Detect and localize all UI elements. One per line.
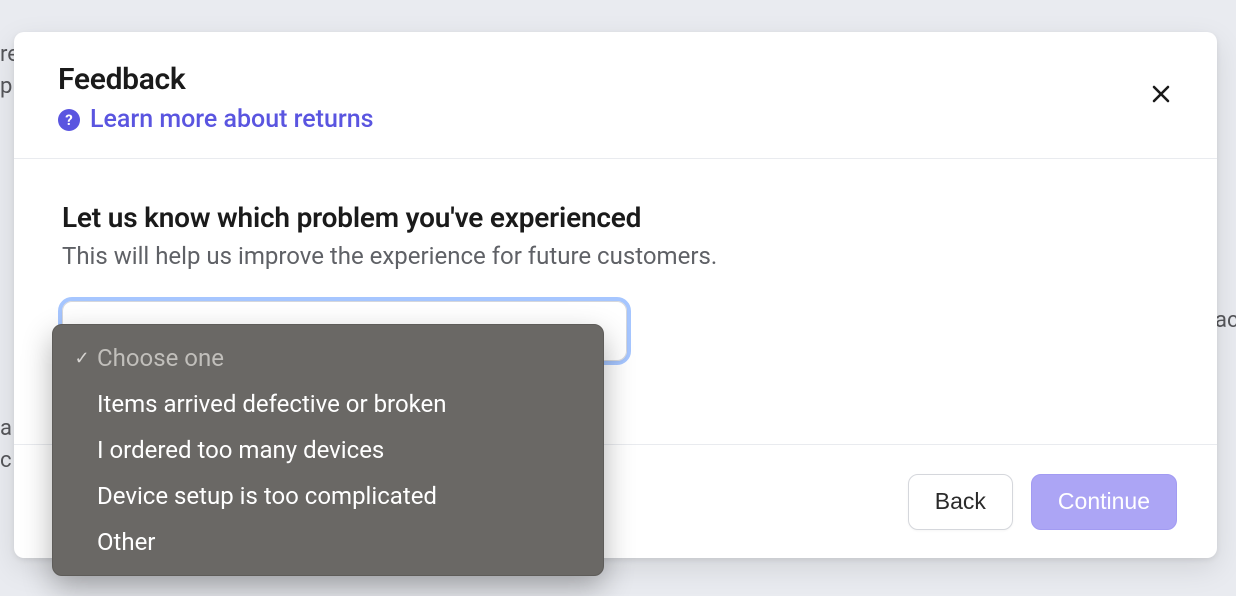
bg-text-fragment: ac <box>1215 308 1236 333</box>
close-button[interactable] <box>1143 77 1179 113</box>
dropdown-option[interactable]: Other <box>53 519 603 565</box>
modal-title: Feedback <box>58 62 1173 97</box>
bg-text-fragment: a <box>0 416 12 441</box>
learn-more-link[interactable]: ? Learn more about returns <box>58 105 374 134</box>
dropdown-option-placeholder[interactable]: ✓ Choose one <box>53 335 603 381</box>
dropdown-option-label: I ordered too many devices <box>97 436 384 464</box>
dropdown-option[interactable]: Items arrived defective or broken <box>53 381 603 427</box>
dropdown-option-label: Items arrived defective or broken <box>97 390 447 418</box>
modal-header: Feedback ? Learn more about returns <box>14 32 1217 159</box>
feedback-heading: Let us know which problem you've experie… <box>62 201 1169 234</box>
close-icon <box>1149 82 1173 109</box>
back-button[interactable]: Back <box>908 474 1013 530</box>
bg-text-fragment: c <box>0 448 12 473</box>
learn-more-link-text: Learn more about returns <box>90 105 374 134</box>
dropdown-option-label: Choose one <box>97 344 224 372</box>
feedback-subheading: This will help us improve the experience… <box>62 242 1169 270</box>
reason-dropdown[interactable]: ✓ Choose one Items arrived defective or … <box>52 324 604 576</box>
bg-text-fragment: p <box>0 74 12 99</box>
dropdown-option[interactable]: I ordered too many devices <box>53 427 603 473</box>
continue-button[interactable]: Continue <box>1031 474 1177 530</box>
help-icon: ? <box>58 109 80 131</box>
dropdown-option-label: Other <box>97 528 155 556</box>
dropdown-option[interactable]: Device setup is too complicated <box>53 473 603 519</box>
check-icon: ✓ <box>69 348 95 369</box>
dropdown-option-label: Device setup is too complicated <box>97 482 437 510</box>
